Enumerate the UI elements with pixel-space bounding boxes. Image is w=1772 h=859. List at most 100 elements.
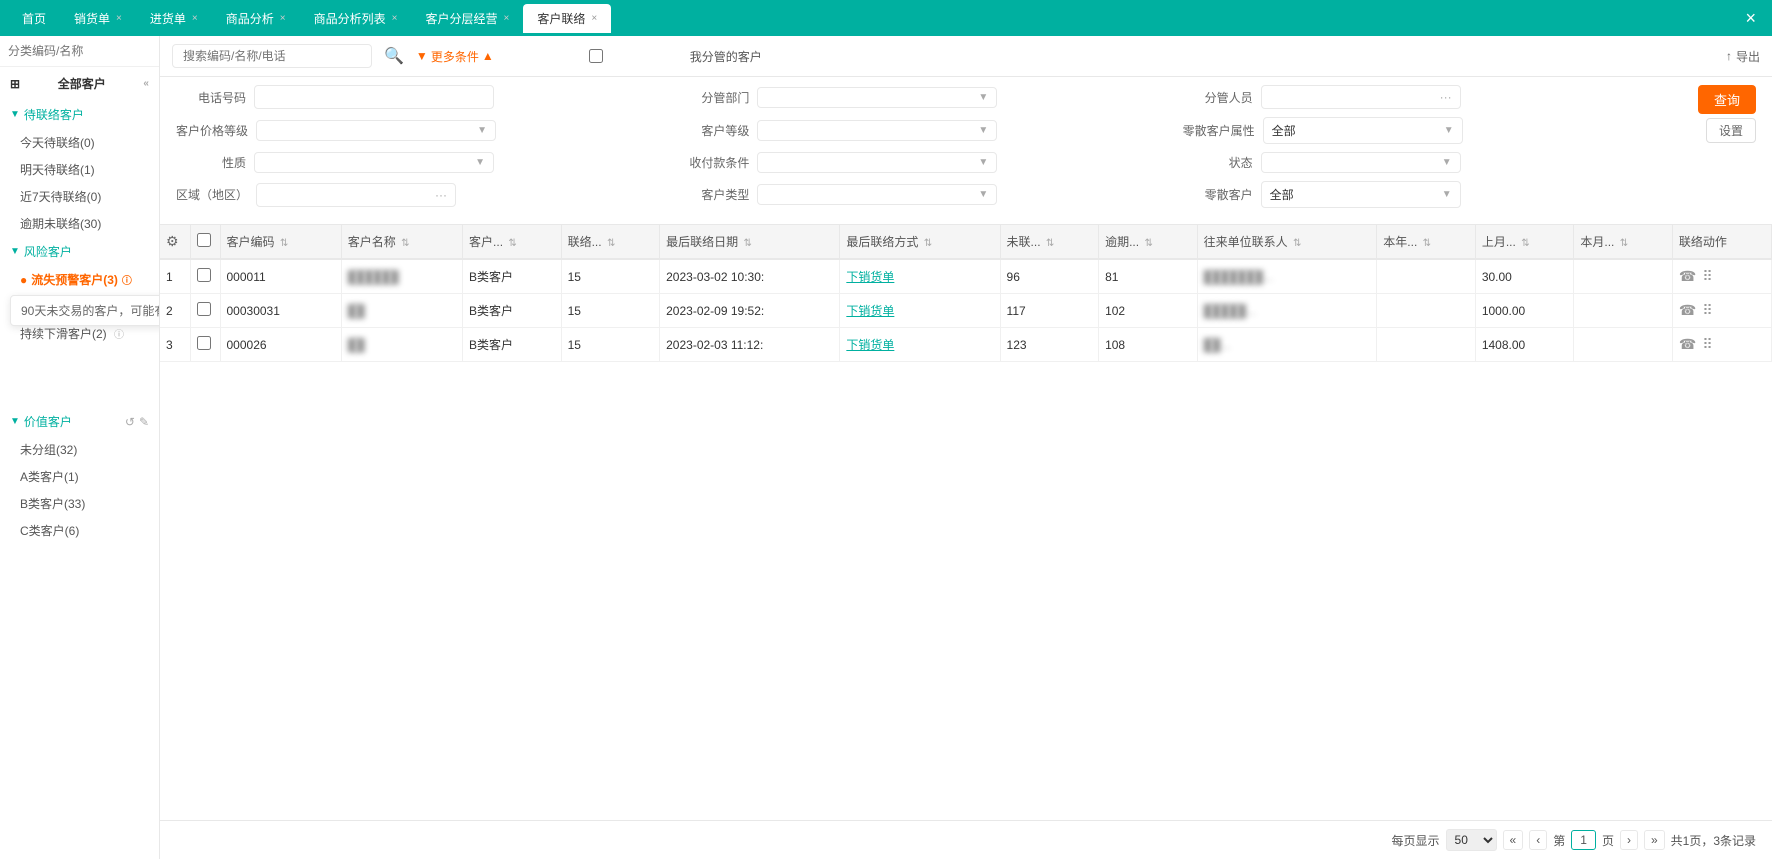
col-last-method[interactable]: 最后联络方式 ⇅ [840, 225, 1000, 259]
price-grade-select[interactable]: ▼ [256, 120, 496, 141]
sidebar-search-input[interactable] [8, 44, 160, 58]
row3-contact-icon[interactable]: ☎ [1679, 336, 1696, 353]
sidebar-item-overdue[interactable]: 逾期未联络(30) [0, 210, 159, 237]
tab-customer-contact[interactable]: 客户联络 × [523, 4, 611, 33]
search-input[interactable] [172, 44, 372, 68]
sidebar-section-risk[interactable]: ▼ 风险客户 [0, 237, 159, 266]
prev-page-btn[interactable]: ‹ [1529, 830, 1547, 850]
col-settings[interactable]: ⚙ [160, 225, 190, 259]
tab-analysis-list[interactable]: 商品分析列表 × [300, 4, 412, 33]
row3-cb[interactable] [190, 328, 220, 362]
row2-uncontacted: 117 [1000, 294, 1099, 328]
col-this-month[interactable]: 本月... ⇅ [1574, 225, 1673, 259]
scatter-attr-select[interactable]: 全部 ▼ [1263, 117, 1463, 144]
my-customers-checkbox-label[interactable]: 我分管的客户 [506, 48, 762, 65]
per-page-select[interactable]: 50 100 200 [1446, 829, 1497, 851]
sidebar-item-lost-warning[interactable]: ● 流失预警客户(3) ⓘ [0, 266, 159, 293]
sidebar-item-7days[interactable]: 近7天待联络(0) [0, 183, 159, 210]
first-page-btn[interactable]: « [1503, 830, 1524, 850]
dept-select[interactable]: ▼ [757, 87, 997, 108]
my-customers-checkbox[interactable] [506, 49, 686, 63]
row2-more-icon[interactable]: ⠿ [1702, 302, 1712, 319]
declining-info[interactable]: ⓘ [114, 330, 124, 341]
tab-sales-close[interactable]: × [116, 13, 122, 24]
row1-name: ██████ [341, 259, 462, 294]
col-name[interactable]: 客户名称 ⇅ [341, 225, 462, 259]
row1-last-method[interactable]: 下销货单 [840, 259, 1000, 294]
payment-select[interactable]: ▼ [757, 152, 997, 173]
row1-checkbox[interactable] [197, 268, 211, 282]
col-overdue[interactable]: 逾期... ⇅ [1099, 225, 1198, 259]
scatter-label: 零散客户 [1183, 186, 1253, 203]
status-select[interactable]: ▼ [1261, 152, 1461, 173]
tab-customer-contact-close[interactable]: × [591, 13, 597, 24]
sidebar-item-today[interactable]: 今天待联络(0) [0, 129, 159, 156]
sidebar: 🔍 ⊞ 全部客户 « ▼ 待联络客户 今天待联络(0) 明天待联络(1) 近7天… [0, 36, 160, 859]
last-page-btn[interactable]: » [1644, 830, 1665, 850]
value-refresh-icon[interactable]: ↺ [125, 415, 135, 429]
row3-checkbox[interactable] [197, 336, 211, 350]
setting-button[interactable]: 设置 [1706, 118, 1756, 143]
tab-purchase-close[interactable]: × [192, 13, 198, 24]
window-close-button[interactable]: × [1737, 8, 1764, 29]
row2-checkbox[interactable] [197, 302, 211, 316]
row2-last-method[interactable]: 下销货单 [840, 294, 1000, 328]
row2-contact-icon[interactable]: ☎ [1679, 302, 1696, 319]
sidebar-item-unclassified[interactable]: 未分组(32) [0, 436, 159, 463]
tab-sales[interactable]: 销货单 × [60, 4, 136, 33]
select-all-checkbox[interactable] [197, 233, 211, 247]
tab-customer-tier[interactable]: 客户分层经营 × [411, 4, 523, 33]
person-select[interactable]: ··· [1261, 85, 1461, 109]
more-conditions-btn[interactable]: ▼ 更多条件 ▲ [416, 48, 494, 65]
col-uncontacted[interactable]: 未联... ⇅ [1000, 225, 1099, 259]
sidebar-section-value[interactable]: ▼ 价值客户 ↺ ✎ [0, 407, 159, 436]
row3-uncontacted: 123 [1000, 328, 1099, 362]
tab-customer-tier-close[interactable]: × [503, 13, 509, 24]
tab-analysis[interactable]: 商品分析 × [212, 4, 300, 33]
sidebar-item-a-class[interactable]: A类客户(1) [0, 463, 159, 490]
sidebar-section-pending[interactable]: ▼ 待联络客户 [0, 100, 159, 129]
tab-analysis-close[interactable]: × [280, 13, 286, 24]
col-this-year[interactable]: 本年... ⇅ [1377, 225, 1476, 259]
pending-arrow: ▼ [10, 109, 20, 120]
customer-type-select[interactable]: ▼ [757, 184, 997, 205]
region-select[interactable]: ··· [256, 183, 456, 207]
row2-code: 00030031 [220, 294, 341, 328]
tab-purchase[interactable]: 进货单 × [136, 4, 212, 33]
sidebar-item-c-class[interactable]: C类客户(6) [0, 517, 159, 544]
tab-home[interactable]: 首页 [8, 4, 60, 33]
sidebar-item-tomorrow[interactable]: 明天待联络(1) [0, 156, 159, 183]
value-edit-icon[interactable]: ✎ [139, 415, 149, 429]
col-contact[interactable]: 联络... ⇅ [561, 225, 660, 259]
col-last-date[interactable]: 最后联络日期 ⇅ [660, 225, 840, 259]
collapse-icon: « [143, 78, 149, 89]
sidebar-item-b-class[interactable]: B类客户(33) [0, 490, 159, 517]
row2-last-month: 1000.00 [1475, 294, 1574, 328]
col-checkbox[interactable] [190, 225, 220, 259]
row1-cb[interactable] [190, 259, 220, 294]
row3-more-icon[interactable]: ⠿ [1702, 336, 1712, 353]
tab-analysis-list-close[interactable]: × [392, 13, 398, 24]
row1-more-icon[interactable]: ⠿ [1702, 268, 1712, 285]
table-settings-icon[interactable]: ⚙ [166, 233, 179, 249]
search-button[interactable]: 🔍 [384, 46, 404, 66]
col-code[interactable]: 客户编码 ⇅ [220, 225, 341, 259]
tab-bar: 首页 销货单 × 进货单 × 商品分析 × 商品分析列表 × 客户分层经营 × … [0, 0, 1772, 36]
col-type[interactable]: 客户... ⇅ [463, 225, 562, 259]
info-icon[interactable]: ⓘ [122, 272, 132, 287]
col-last-month[interactable]: 上月... ⇅ [1475, 225, 1574, 259]
sidebar-all-customers[interactable]: ⊞ 全部客户 « [0, 67, 159, 100]
row2-unit-contact: █████... [1197, 294, 1377, 328]
row3-last-method[interactable]: 下销货单 [840, 328, 1000, 362]
query-button[interactable]: 查询 [1698, 85, 1756, 114]
scatter-select[interactable]: 全部 ▼ [1261, 181, 1461, 208]
next-page-btn[interactable]: › [1620, 830, 1638, 850]
row2-cb[interactable] [190, 294, 220, 328]
row1-contact-icon[interactable]: ☎ [1679, 268, 1696, 285]
phone-input[interactable] [254, 85, 494, 109]
grade-select[interactable]: ▼ [757, 120, 997, 141]
col-unit-contact[interactable]: 往来单位联系人 ⇅ [1197, 225, 1377, 259]
row3-name: ██ [341, 328, 462, 362]
export-button[interactable]: ↑ 导出 [1726, 48, 1760, 65]
nature-select[interactable]: ▼ [254, 152, 494, 173]
